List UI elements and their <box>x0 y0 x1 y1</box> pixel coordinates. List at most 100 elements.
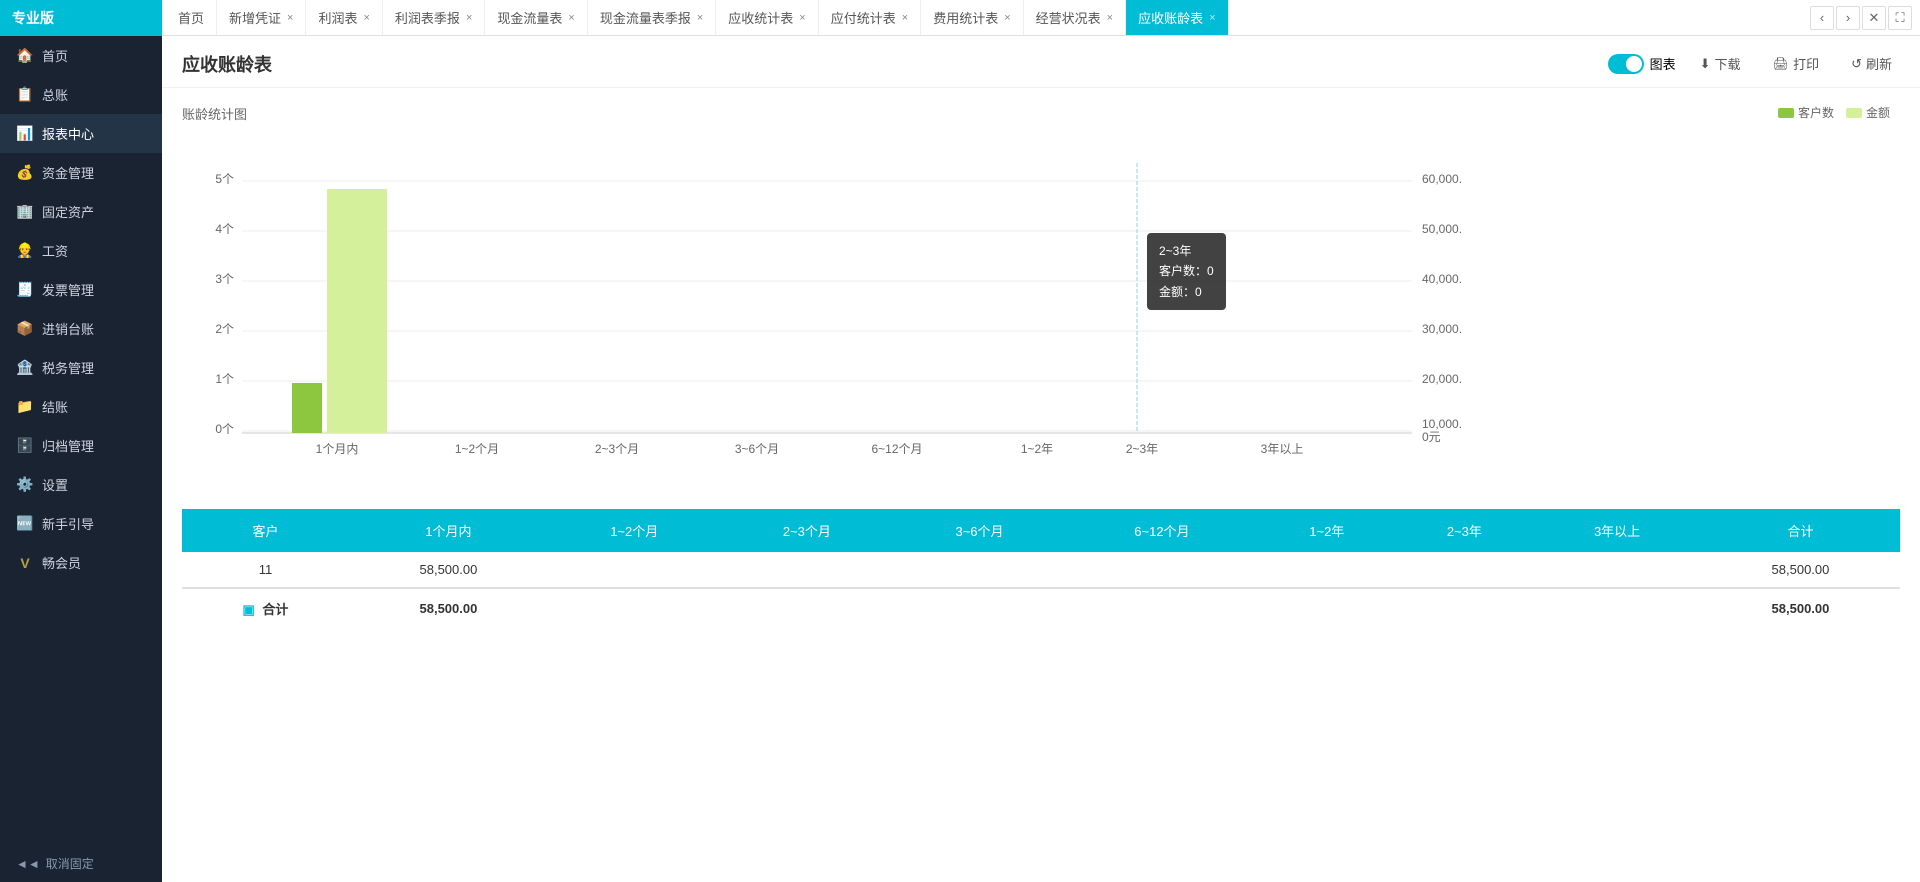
cell-2-3year <box>1396 552 1534 588</box>
tab-receivable-stats-close[interactable]: × <box>799 12 805 24</box>
col-3year-plus: 3年以上 <box>1533 509 1701 552</box>
svg-text:3个: 3个 <box>215 272 234 286</box>
tab-profit-quarterly[interactable]: 利润表季报 × <box>383 0 485 36</box>
print-icon: 🖨 <box>1773 56 1790 72</box>
tab-cashflow-quarterly-close[interactable]: × <box>697 12 703 24</box>
tab-new-voucher[interactable]: 新增凭证 × <box>217 0 306 36</box>
tab-receivable-stats[interactable]: 应收统计表 × <box>716 0 818 36</box>
sidebar-item-label: 归档管理 <box>42 436 94 455</box>
refresh-button[interactable]: ↺ 刷新 <box>1843 50 1900 77</box>
purchase-icon: 📦 <box>16 320 34 337</box>
print-label: 打印 <box>1793 54 1819 73</box>
legend-amount: 金额 <box>1846 104 1890 121</box>
tab-profit-quarterly-label: 利润表季报 <box>395 8 460 27</box>
tab-cashflow-close[interactable]: × <box>568 12 574 24</box>
sidebar-item-label: 新手引导 <box>42 514 94 533</box>
sidebar-item-reports[interactable]: 📊 报表中心 <box>0 114 162 153</box>
cell-6-12month <box>1066 552 1258 588</box>
reports-icon: 📊 <box>16 125 34 142</box>
svg-text:2~3个月: 2~3个月 <box>595 442 639 456</box>
sidebar-item-archive[interactable]: 🗄️ 归档管理 <box>0 426 162 465</box>
svg-text:3年以上: 3年以上 <box>1261 442 1304 456</box>
download-button[interactable]: ⬇ 下载 <box>1692 50 1749 77</box>
sidebar-item-ledger[interactable]: 📋 总账 <box>0 75 162 114</box>
svg-text:1~2个月: 1~2个月 <box>455 442 499 456</box>
chart-toggle[interactable]: 图表 <box>1608 54 1676 74</box>
svg-text:1个: 1个 <box>215 372 234 386</box>
sidebar-item-payroll[interactable]: 👷 工资 <box>0 231 162 270</box>
tab-cashflow-quarterly[interactable]: 现金流量表季报 × <box>588 0 716 36</box>
tab-biz-status-close[interactable]: × <box>1107 12 1113 24</box>
settings-icon: ⚙️ <box>16 476 34 493</box>
tab-home-label: 首页 <box>178 8 204 27</box>
col-1month: 1个月内 <box>349 509 548 552</box>
header-actions: 图表 ⬇ 下载 🖨 打印 ↺ 刷新 <box>1608 50 1900 77</box>
print-button[interactable]: 🖨 打印 <box>1765 50 1828 77</box>
tab-payable-stats[interactable]: 应付统计表 × <box>819 0 921 36</box>
tab-expense-stats[interactable]: 费用统计表 × <box>921 0 1023 36</box>
funds-icon: 💰 <box>16 164 34 181</box>
sidebar-item-tax[interactable]: 🏦 税务管理 <box>0 348 162 387</box>
svg-text:50,000.00元: 50,000.00元 <box>1422 222 1462 236</box>
tab-new-voucher-close[interactable]: × <box>287 12 293 24</box>
svg-text:5个: 5个 <box>215 172 234 186</box>
legend-customers-color <box>1778 108 1794 118</box>
sidebar-item-home[interactable]: 🏠 首页 <box>0 36 162 75</box>
page-content: 应收账龄表 图表 ⬇ 下载 🖨 打印 ↺ 刷新 <box>162 36 1920 882</box>
sidebar-item-vip[interactable]: V 畅会员 <box>0 543 162 582</box>
cell-1month: 58,500.00 <box>349 552 548 588</box>
svg-text:20,000.00元: 20,000.00元 <box>1422 372 1462 386</box>
col-1-2month: 1~2个月 <box>548 509 721 552</box>
tab-fullscreen[interactable]: ⛶ <box>1888 6 1912 30</box>
tab-payable-stats-label: 应付统计表 <box>831 8 896 27</box>
footer-col7 <box>1396 588 1534 628</box>
toggle-switch[interactable] <box>1608 54 1644 74</box>
svg-text:40,000.00元: 40,000.00元 <box>1422 272 1462 286</box>
tab-profit[interactable]: 利润表 × <box>306 0 382 36</box>
sidebar-item-label: 进销台账 <box>42 319 94 338</box>
sidebar-item-label: 设置 <box>42 475 68 494</box>
sidebar-item-label: 首页 <box>42 46 68 65</box>
tab-cashflow[interactable]: 现金流量表 × <box>485 0 587 36</box>
tab-home[interactable]: 首页 <box>166 0 217 36</box>
invoice-icon: 🧾 <box>16 281 34 298</box>
tax-icon: 🏦 <box>16 359 34 376</box>
tab-scroll-left[interactable]: ‹ <box>1810 6 1834 30</box>
tab-profit-label: 利润表 <box>318 8 357 27</box>
tab-bar: 首页 新增凭证 × 利润表 × 利润表季报 × 现金流量表 × 现金流量表季报 … <box>162 0 1920 36</box>
tab-expense-stats-close[interactable]: × <box>1004 12 1010 24</box>
sidebar-item-purchase[interactable]: 📦 进销台账 <box>0 309 162 348</box>
tab-cashflow-label: 现金流量表 <box>497 8 562 27</box>
page-header: 应收账龄表 图表 ⬇ 下载 🖨 打印 ↺ 刷新 <box>162 36 1920 88</box>
svg-text:1个月内: 1个月内 <box>316 442 359 456</box>
refresh-label: 刷新 <box>1866 54 1892 73</box>
tab-aging[interactable]: 应收账龄表 × <box>1126 0 1228 36</box>
sidebar: 专业版 🏠 首页 📋 总账 📊 报表中心 💰 资金管理 🏢 固定资产 👷 工资 … <box>0 0 162 882</box>
tab-profit-quarterly-close[interactable]: × <box>466 12 472 24</box>
sidebar-item-funds[interactable]: 💰 资金管理 <box>0 153 162 192</box>
svg-text:30,000.00元: 30,000.00元 <box>1422 322 1462 336</box>
tab-scroll-right[interactable]: › <box>1836 6 1860 30</box>
table-header-row: 客户 1个月内 1~2个月 2~3个月 3~6个月 6~12个月 1~2年 2~… <box>182 509 1900 552</box>
sidebar-item-settings[interactable]: ⚙️ 设置 <box>0 465 162 504</box>
legend-amount-color <box>1846 108 1862 118</box>
sidebar-item-label: 资金管理 <box>42 163 94 182</box>
tab-payable-stats-close[interactable]: × <box>902 12 908 24</box>
sidebar-pin-toggle[interactable]: ◄◄ 取消固定 <box>0 845 162 882</box>
sidebar-item-invoice[interactable]: 🧾 发票管理 <box>0 270 162 309</box>
sidebar-item-guide[interactable]: 🆕 新手引导 <box>0 504 162 543</box>
tab-close-all[interactable]: ✕ <box>1862 6 1886 30</box>
svg-text:2~3年: 2~3年 <box>1126 442 1158 456</box>
chart-legend: 客户数 金额 <box>1778 104 1890 121</box>
tab-aging-close[interactable]: × <box>1209 12 1215 24</box>
total-icon: ▣ <box>242 602 254 617</box>
tab-new-voucher-label: 新增凭证 <box>229 8 281 27</box>
col-customer: 客户 <box>182 509 349 552</box>
tab-profit-close[interactable]: × <box>363 12 369 24</box>
sidebar-item-closing[interactable]: 📁 结账 <box>0 387 162 426</box>
tab-biz-status[interactable]: 经营状况表 × <box>1024 0 1126 36</box>
footer-col3 <box>721 588 894 628</box>
sidebar-item-assets[interactable]: 🏢 固定资产 <box>0 192 162 231</box>
col-2-3month: 2~3个月 <box>721 509 894 552</box>
chart-svg: 5个 4个 3个 2个 1个 0个 60,000.00元 50,000.00元 … <box>182 133 1462 493</box>
